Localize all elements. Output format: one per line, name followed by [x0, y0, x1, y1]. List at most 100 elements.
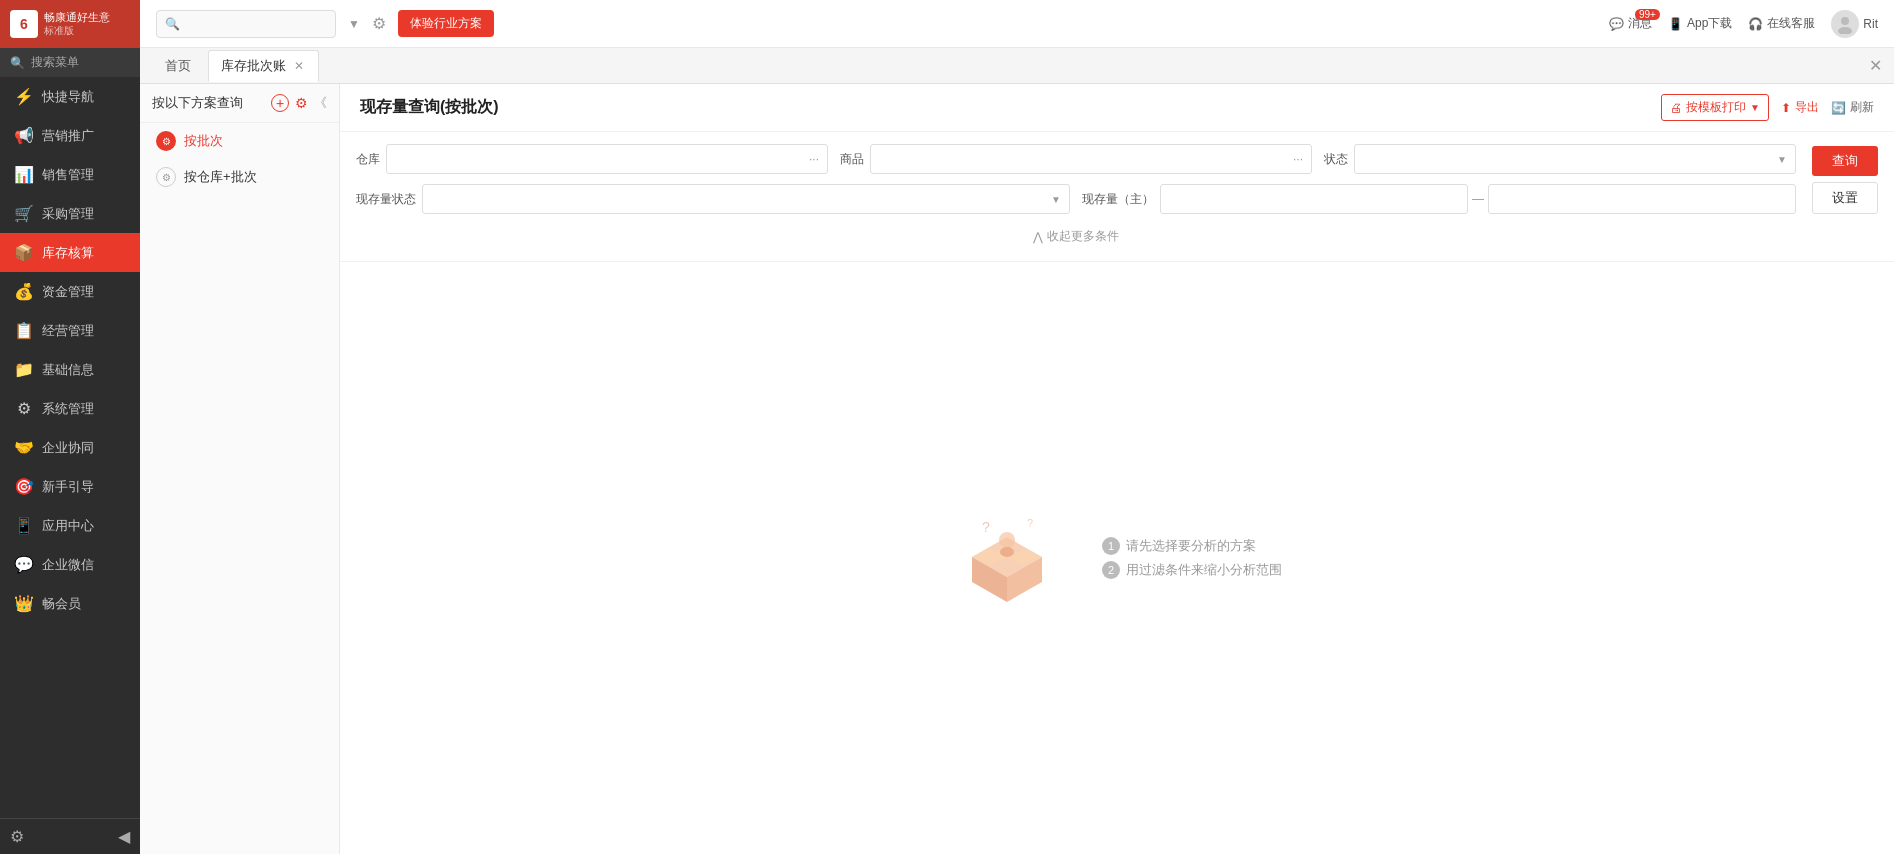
phone-icon: 📱: [1668, 17, 1683, 31]
tab-inventory-batch-close[interactable]: ✕: [292, 59, 306, 73]
sidebar-item-sales[interactable]: 📊 销售管理: [0, 155, 140, 194]
template-print-btn[interactable]: 🖨 按模板打印 ▼: [1661, 94, 1769, 121]
warehouse-field: 仓库 ···: [356, 144, 828, 174]
collapse-more-label: 收起更多条件: [1047, 228, 1119, 245]
settings-footer-icon[interactable]: ⚙: [10, 827, 24, 846]
settings-btn[interactable]: 设置: [1812, 182, 1878, 214]
product-field: 商品 ···: [840, 144, 1312, 174]
sidebar-search[interactable]: 🔍 搜索菜单: [0, 48, 140, 77]
stock-status-field: 现存量状态 ▼: [356, 184, 1070, 214]
online-service-btn[interactable]: 🎧 在线客服: [1748, 15, 1815, 32]
stock-status-label: 现存量状态: [356, 191, 416, 208]
refresh-btn[interactable]: 🔄 刷新: [1831, 99, 1874, 116]
topbar-search-box[interactable]: 🔍: [156, 10, 336, 38]
sidebar-item-purchase[interactable]: 🛒 采购管理: [0, 194, 140, 233]
content-header-actions: 🖨 按模板打印 ▼ ⬆ 导出 🔄 刷新: [1661, 94, 1874, 121]
filter-form: 仓库 ··· 商品 ···: [340, 132, 1894, 262]
message-icon: 💬: [1609, 17, 1624, 31]
print-dropdown-icon[interactable]: ▼: [1750, 102, 1760, 113]
stock-status-select[interactable]: ▼: [422, 184, 1070, 214]
sidebar-item-member[interactable]: 👑 畅会员: [0, 584, 140, 623]
user-profile-btn[interactable]: Rit: [1831, 10, 1878, 38]
topbar-search-input[interactable]: [184, 17, 304, 31]
sidebar-item-inventory[interactable]: 📦 库存核算: [0, 233, 140, 272]
query-buttons: 查询 设置: [1812, 144, 1878, 214]
quick-nav-icon: ⚡: [14, 87, 34, 106]
sidebar-item-basic[interactable]: 📁 基础信息: [0, 350, 140, 389]
sidebar-item-label: 新手引导: [42, 478, 94, 496]
status-label: 状态: [1324, 151, 1348, 168]
sidebar-item-label: 库存核算: [42, 244, 94, 262]
stock-qty-max-input[interactable]: [1488, 184, 1796, 214]
sidebar-item-quick-nav[interactable]: ⚡ 快捷导航: [0, 77, 140, 116]
topbar-search-icon: 🔍: [165, 17, 180, 31]
sidebar-item-label: 营销推广: [42, 127, 94, 145]
filter-panel-header: 按以下方案查询 + ⚙ 《: [140, 84, 339, 123]
sidebar-item-appcenter[interactable]: 📱 应用中心: [0, 506, 140, 545]
filter-panel: 按以下方案查询 + ⚙ 《 ⚙ 按批次 ⚙ 按仓库+批次: [140, 84, 340, 854]
scheme-batch-label: 按批次: [184, 132, 223, 150]
sidebar: 6 畅康通好生意 标准版 🔍 搜索菜单 ⚡ 快捷导航 📢 营销推广 📊 销售管理…: [0, 0, 140, 854]
tab-inventory-batch[interactable]: 库存批次账 ✕: [208, 50, 319, 82]
empty-illustration: ? ?: [952, 502, 1062, 615]
status-select[interactable]: ▼: [1354, 144, 1796, 174]
topbar-dropdown-icon[interactable]: ▼: [348, 17, 360, 31]
product-select[interactable]: ···: [870, 144, 1312, 174]
operation-icon: 📋: [14, 321, 34, 340]
collapse-sidebar-icon[interactable]: ◀: [118, 827, 130, 846]
export-icon: ⬆: [1781, 101, 1791, 115]
scheme-settings-icon[interactable]: ⚙: [295, 95, 308, 111]
collapse-up-icon: ⋀: [1033, 230, 1043, 244]
sidebar-item-wechat[interactable]: 💬 企业微信: [0, 545, 140, 584]
sidebar-item-label: 销售管理: [42, 166, 94, 184]
industry-btn[interactable]: 体验行业方案: [398, 10, 494, 37]
empty-state: ? ? 1 请先选择要分析的方案 2 用过滤条件来缩小分析范围: [340, 262, 1894, 854]
sidebar-footer: ⚙ ◀: [0, 818, 140, 854]
tab-home[interactable]: 首页: [152, 50, 204, 82]
scheme-by-batch[interactable]: ⚙ 按批次: [140, 123, 339, 159]
sidebar-item-finance[interactable]: 💰 资金管理: [0, 272, 140, 311]
sidebar-item-system[interactable]: ⚙ 系统管理: [0, 389, 140, 428]
export-label: 导出: [1795, 99, 1819, 116]
search-icon: 🔍: [10, 56, 25, 70]
query-btn[interactable]: 查询: [1812, 146, 1878, 176]
sidebar-item-label: 应用中心: [42, 517, 94, 535]
system-icon: ⚙: [14, 399, 34, 418]
template-print-label: 按模板打印: [1686, 99, 1746, 116]
main-content: 现存量查询(按批次) 🖨 按模板打印 ▼ ⬆ 导出 🔄 刷新: [340, 84, 1894, 854]
stock-qty-min-input[interactable]: [1160, 184, 1468, 214]
sidebar-item-label: 资金管理: [42, 283, 94, 301]
export-btn[interactable]: ⬆ 导出: [1781, 99, 1819, 116]
warehouse-select[interactable]: ···: [386, 144, 828, 174]
collapse-more-btn[interactable]: ⋀ 收起更多条件: [356, 224, 1796, 249]
refresh-icon: 🔄: [1831, 101, 1846, 115]
sidebar-item-label: 畅会员: [42, 595, 81, 613]
svg-point-7: [999, 532, 1015, 548]
avatar: [1831, 10, 1859, 38]
sidebar-item-marketing[interactable]: 📢 营销推广: [0, 116, 140, 155]
collapse-panel-icon[interactable]: 《: [314, 94, 327, 112]
finance-icon: 💰: [14, 282, 34, 301]
sidebar-item-label: 企业协同: [42, 439, 94, 457]
add-scheme-btn[interactable]: +: [271, 94, 289, 112]
sidebar-item-label: 快捷导航: [42, 88, 94, 106]
tab-panel-close-btn[interactable]: ✕: [1869, 56, 1882, 75]
messages-btn[interactable]: 💬 消息 99+: [1609, 15, 1652, 32]
sidebar-item-operation[interactable]: 📋 经营管理: [0, 311, 140, 350]
sidebar-item-enterprise[interactable]: 🤝 企业协同: [0, 428, 140, 467]
app-download-btn[interactable]: 📱 App下载: [1668, 15, 1732, 32]
messages-badge: 99+: [1635, 9, 1660, 20]
stock-qty-separator: —: [1468, 192, 1488, 206]
hint-num-2: 2: [1102, 561, 1120, 579]
hint-text-2: 用过滤条件来缩小分析范围: [1126, 561, 1282, 579]
app-name: 畅康通好生意: [44, 10, 110, 24]
app-download-label: App下载: [1687, 15, 1732, 32]
warehouse-label: 仓库: [356, 151, 380, 168]
print-icon: 🖨: [1670, 101, 1682, 115]
content-area: 按以下方案查询 + ⚙ 《 ⚙ 按批次 ⚙ 按仓库+批次 现存量查询(按批次): [140, 84, 1894, 854]
topbar-settings-icon[interactable]: ⚙: [372, 14, 386, 33]
online-service-label: 在线客服: [1767, 15, 1815, 32]
scheme-by-warehouse-batch[interactable]: ⚙ 按仓库+批次: [140, 159, 339, 195]
topbar: 🔍 ▼ ⚙ 体验行业方案 💬 消息 99+ 📱 App下载 🎧 在线客服: [140, 0, 1894, 48]
sidebar-item-newguide[interactable]: 🎯 新手引导: [0, 467, 140, 506]
